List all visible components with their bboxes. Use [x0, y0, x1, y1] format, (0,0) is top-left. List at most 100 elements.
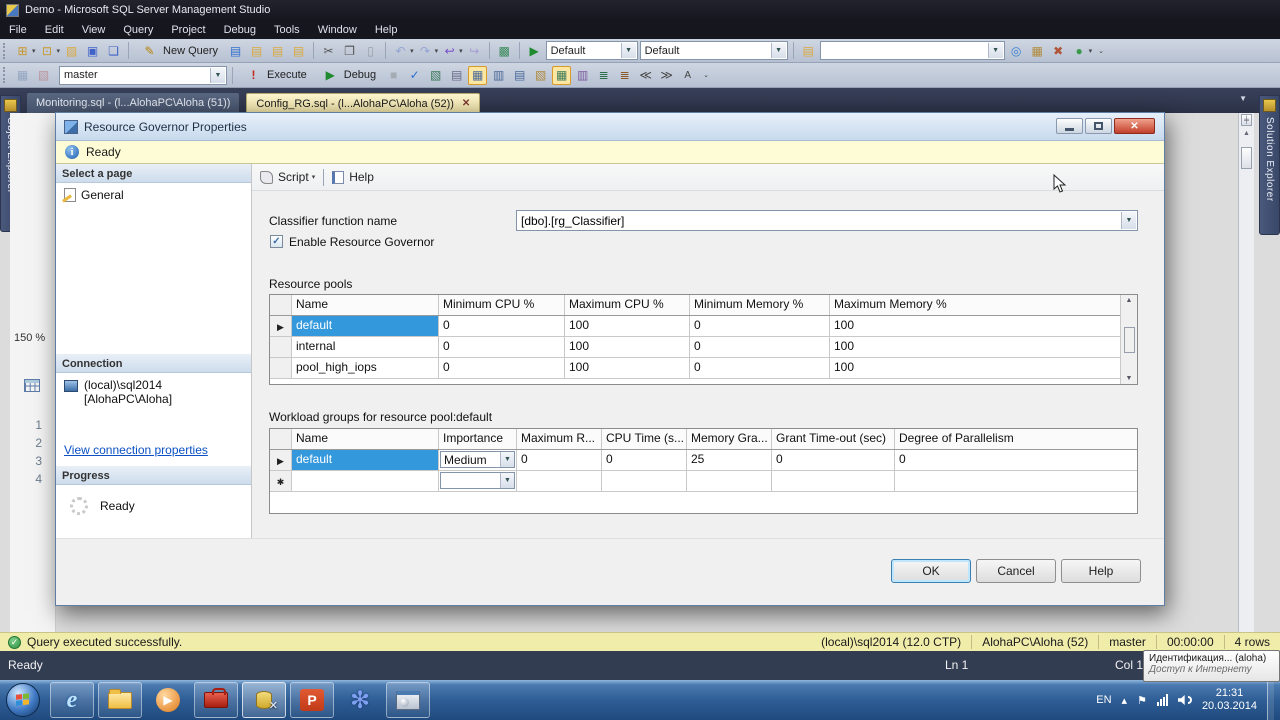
- workload-row-default[interactable]: ▶ default Medium ▼ 0 0 25 0 0: [270, 450, 1137, 471]
- taskbar-powerpoint-button[interactable]: P: [290, 682, 334, 718]
- cut-icon[interactable]: ✂: [319, 41, 338, 60]
- cell-min-cpu[interactable]: 0: [439, 337, 565, 357]
- cell-name[interactable]: default: [292, 450, 439, 470]
- enable-resource-governor-checkbox[interactable]: ✓: [270, 235, 283, 248]
- cancel-button[interactable]: Cancel: [976, 559, 1056, 583]
- col-degree-parallelism[interactable]: Degree of Parallelism: [895, 429, 1137, 449]
- cell-empty[interactable]: [687, 471, 772, 491]
- chevron-down-icon[interactable]: ▼: [620, 43, 636, 58]
- network-signal-icon[interactable]: [1156, 694, 1168, 706]
- scroll-down-icon[interactable]: ▼: [1126, 375, 1133, 382]
- object-search-icon[interactable]: ◎: [1007, 41, 1026, 60]
- taskbar-flower-app-button[interactable]: ✻: [338, 682, 382, 718]
- cell-empty[interactable]: [602, 471, 687, 491]
- help-toolbar-button[interactable]: Help: [349, 170, 374, 184]
- menu-debug[interactable]: Debug: [215, 22, 265, 38]
- cell-min-mem[interactable]: 0: [690, 337, 830, 357]
- cell-empty[interactable]: [895, 471, 1137, 491]
- taskbar-toolbox-button[interactable]: [194, 682, 238, 718]
- chevron-down-icon[interactable]: ▾: [1089, 47, 1093, 55]
- cell-min-cpu[interactable]: 0: [439, 316, 565, 336]
- client-statistics-icon[interactable]: ▥: [573, 66, 592, 85]
- specify-values-icon[interactable]: A: [678, 66, 697, 85]
- chevron-down-icon[interactable]: ▾: [312, 173, 316, 181]
- cell-grant-timeout[interactable]: 0: [772, 450, 895, 470]
- cell-empty[interactable]: [517, 471, 602, 491]
- toolbar-overflow-icon[interactable]: ⌄: [1098, 47, 1104, 55]
- world-icon[interactable]: ●: [1070, 41, 1089, 60]
- workload-new-row[interactable]: ✱ ▼: [270, 471, 1137, 492]
- menu-view[interactable]: View: [73, 22, 115, 38]
- cell-name[interactable]: pool_high_iops: [292, 358, 439, 378]
- tools-icon[interactable]: ✖: [1049, 41, 1068, 60]
- cell-degree-parallelism[interactable]: 0: [895, 450, 1137, 470]
- script-button[interactable]: Script: [278, 170, 309, 184]
- maximize-button[interactable]: [1085, 118, 1112, 134]
- classifier-combo[interactable]: [dbo].[rg_Classifier] ▼: [516, 210, 1138, 231]
- template-explorer-icon[interactable]: ▤: [799, 41, 818, 60]
- disconnect-icon[interactable]: ▧: [34, 66, 53, 85]
- scrollbar-thumb[interactable]: [1123, 326, 1135, 353]
- toolbar-overflow-icon[interactable]: ⌄: [703, 71, 709, 79]
- find-combo[interactable]: ▼: [819, 41, 1005, 60]
- tray-expand-icon[interactable]: ▴: [1122, 694, 1128, 707]
- stop-icon[interactable]: ■: [384, 66, 403, 85]
- redo-icon[interactable]: ↷: [416, 41, 435, 60]
- cell-memory-grant[interactable]: 25: [687, 450, 772, 470]
- mdx-query-icon[interactable]: ▤: [247, 41, 266, 60]
- paste-icon[interactable]: ▯: [361, 41, 380, 60]
- cell-max-mem[interactable]: 100: [830, 337, 1120, 357]
- start-button[interactable]: [6, 683, 40, 717]
- include-actual-plan-icon[interactable]: ▦: [552, 65, 572, 85]
- connect-icon[interactable]: ▦: [13, 66, 32, 85]
- indent-icon[interactable]: ≫: [657, 66, 676, 85]
- cell-name[interactable]: internal: [292, 337, 439, 357]
- tab-close-icon[interactable]: ✕: [462, 98, 470, 109]
- menu-query[interactable]: Query: [114, 22, 162, 38]
- tab-list-dropdown-icon[interactable]: ▼: [1239, 94, 1247, 103]
- cell-max-mem[interactable]: 100: [830, 316, 1120, 336]
- taskbar-media-player-button[interactable]: ▶: [146, 682, 190, 718]
- cell-min-mem[interactable]: 0: [690, 358, 830, 378]
- toolbar-grip[interactable]: [3, 42, 8, 59]
- chevron-down-icon[interactable]: ▼: [770, 43, 786, 58]
- save-icon[interactable]: ▣: [83, 41, 102, 60]
- target-combo[interactable]: Default ▼: [639, 41, 788, 60]
- xmla-query-icon[interactable]: ▤: [289, 41, 308, 60]
- cell-name[interactable]: default: [292, 316, 439, 336]
- cell-min-mem[interactable]: 0: [690, 316, 830, 336]
- splitter-handle-icon[interactable]: ╪: [1241, 114, 1252, 126]
- tab-monitoring-sql[interactable]: Monitoring.sql - (l...AlohaPC\Aloha (51)…: [27, 93, 240, 113]
- taskbar-ssms-button[interactable]: [242, 682, 286, 718]
- parse-icon[interactable]: ✓: [405, 66, 424, 85]
- view-connection-properties-link[interactable]: View connection properties: [56, 443, 208, 457]
- flag-action-center-icon[interactable]: ⚑: [1137, 694, 1147, 707]
- scroll-up-icon[interactable]: ▲: [1239, 127, 1254, 137]
- pools-grid-scrollbar[interactable]: ▲ ▼: [1120, 295, 1137, 384]
- cell-max-cpu[interactable]: 100: [565, 358, 690, 378]
- results-grid-corner-icon[interactable]: [24, 379, 40, 392]
- col-cpu-time[interactable]: CPU Time (s...: [602, 429, 687, 449]
- ok-button[interactable]: OK: [891, 559, 971, 583]
- col-min-cpu[interactable]: Minimum CPU %: [439, 295, 565, 315]
- menu-help[interactable]: Help: [366, 22, 407, 38]
- chevron-down-icon[interactable]: ▼: [500, 452, 514, 467]
- chevron-down-icon[interactable]: ▾: [410, 47, 414, 55]
- importance-combo-empty[interactable]: ▼: [440, 472, 515, 489]
- deployment-combo[interactable]: Default ▼: [545, 41, 638, 60]
- resource-pools-grid[interactable]: Name Minimum CPU % Maximum CPU % Minimum…: [269, 294, 1138, 385]
- pool-row-default[interactable]: ▶ default 0 100 0 100: [270, 316, 1120, 337]
- editor-zoom-level[interactable]: 150 %: [14, 332, 45, 344]
- tab-config-rg-sql[interactable]: Config_RG.sql - (l...AlohaPC\Aloha (52))…: [246, 93, 481, 113]
- copy-icon[interactable]: ❐: [340, 41, 359, 60]
- minimize-button[interactable]: [1056, 118, 1083, 134]
- chevron-down-icon[interactable]: ▼: [987, 43, 1003, 58]
- col-max-cpu[interactable]: Maximum CPU %: [565, 295, 690, 315]
- menu-project[interactable]: Project: [162, 22, 214, 38]
- edit-table-icon[interactable]: ▦: [1028, 41, 1047, 60]
- comment-icon[interactable]: ≣: [594, 66, 613, 85]
- database-combo[interactable]: master ▼: [59, 65, 227, 85]
- solution-explorer-tab[interactable]: Solution Explorer: [1259, 95, 1280, 235]
- menu-window[interactable]: Window: [309, 22, 366, 38]
- cell-name-empty[interactable]: [292, 471, 439, 491]
